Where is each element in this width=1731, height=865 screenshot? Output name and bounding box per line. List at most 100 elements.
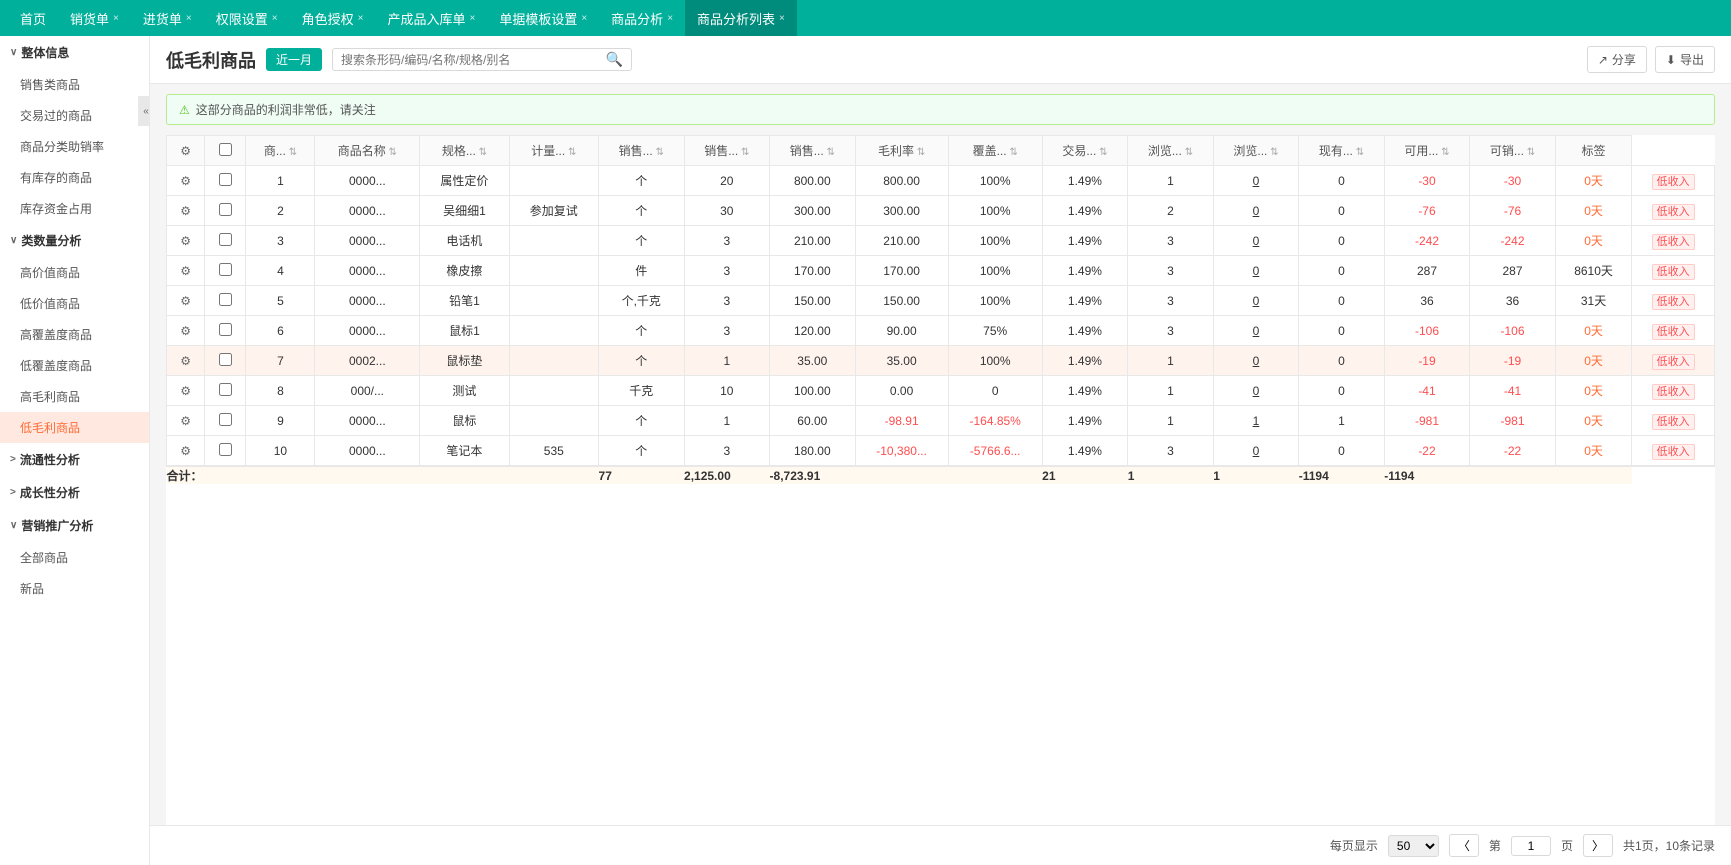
share-button[interactable]: ↗ 分享 (1587, 46, 1647, 73)
current-stock-col-header[interactable]: 现有... (1299, 136, 1385, 166)
sidebar-item-stocked-products[interactable]: 有库存的商品 (0, 162, 149, 193)
close-icon[interactable]: × (469, 13, 475, 24)
close-icon[interactable]: × (272, 13, 278, 24)
close-icon[interactable]: × (186, 13, 192, 24)
settings-cell[interactable]: ⚙ (167, 286, 205, 316)
sidebar-group-quantity-analysis[interactable]: ∨ 类数量分析 (0, 224, 149, 257)
time-filter-button[interactable]: 近一月 (266, 48, 322, 71)
transactions-col-header[interactable]: 交易... (1042, 136, 1128, 166)
row-checkbox[interactable] (205, 346, 246, 376)
sidebar-item-all-products[interactable]: 全部商品 (0, 542, 149, 573)
row-select-checkbox[interactable] (219, 413, 232, 426)
row-checkbox[interactable] (205, 286, 246, 316)
search-input[interactable] (341, 53, 606, 67)
saleable-col-header[interactable]: 可销... (1470, 136, 1556, 166)
row-views1[interactable]: 1 (1213, 406, 1299, 436)
row-checkbox[interactable] (205, 166, 246, 196)
checkbox-col-header[interactable] (205, 136, 246, 166)
unit-col-header[interactable]: 计量... (509, 136, 598, 166)
row-select-checkbox[interactable] (219, 383, 232, 396)
close-icon[interactable]: × (113, 13, 119, 24)
row-views1[interactable]: 0 (1213, 226, 1299, 256)
row-checkbox[interactable] (205, 376, 246, 406)
sidebar-group-liquidity[interactable]: > 流通性分析 (0, 443, 149, 476)
settings-cell[interactable]: ⚙ (167, 316, 205, 346)
select-all-checkbox[interactable] (219, 143, 232, 156)
settings-cell[interactable]: ⚙ (167, 346, 205, 376)
nav-product-analysis-list[interactable]: 商品分析列表 × (685, 0, 797, 36)
row-views1[interactable]: 0 (1213, 436, 1299, 467)
page-number-input[interactable] (1511, 836, 1551, 856)
sidebar-group-growth[interactable]: > 成长性分析 (0, 476, 149, 509)
nav-product-inbound[interactable]: 产成品入库单 × (375, 0, 487, 36)
row-checkbox[interactable] (205, 436, 246, 467)
settings-cell[interactable]: ⚙ (167, 256, 205, 286)
spec-col-header[interactable]: 规格... (420, 136, 509, 166)
settings-col-header[interactable]: ⚙ (167, 136, 205, 166)
settings-cell[interactable]: ⚙ (167, 436, 205, 467)
code-col-header[interactable]: 商... (246, 136, 315, 166)
sidebar-item-stock-capital[interactable]: 库存资金占用 (0, 193, 149, 224)
sidebar-item-sales-products[interactable]: 销售类商品 (0, 69, 149, 100)
sales-qty-col-header[interactable]: 销售... (599, 136, 685, 166)
search-icon[interactable]: 🔍 (606, 51, 623, 68)
sidebar-item-high-margin[interactable]: 高毛利商品 (0, 381, 149, 412)
sidebar-group-overall[interactable]: ∨ 整体信息 (0, 36, 149, 69)
sales-price-col-header[interactable]: 销售... (684, 136, 770, 166)
views1-col-header[interactable]: 浏览... (1128, 136, 1214, 166)
row-checkbox[interactable] (205, 256, 246, 286)
row-views1[interactable]: 0 (1213, 346, 1299, 376)
row-select-checkbox[interactable] (219, 353, 232, 366)
available-col-header[interactable]: 可用... (1384, 136, 1470, 166)
sidebar-collapse-button[interactable]: « (138, 96, 150, 126)
row-views1[interactable]: 0 (1213, 376, 1299, 406)
per-page-select[interactable]: 50 20 100 (1388, 835, 1439, 857)
settings-cell[interactable]: ⚙ (167, 196, 205, 226)
row-select-checkbox[interactable] (219, 173, 232, 186)
row-views1[interactable]: 0 (1213, 316, 1299, 346)
sidebar-item-low-margin[interactable]: 低毛利商品 (0, 412, 149, 443)
prev-page-button[interactable]: 〈 (1449, 834, 1479, 857)
row-checkbox[interactable] (205, 316, 246, 346)
nav-role-auth[interactable]: 角色授权 × (290, 0, 376, 36)
row-select-checkbox[interactable] (219, 233, 232, 246)
gross-margin-col-header[interactable]: 毛利率 (855, 136, 948, 166)
settings-cell[interactable]: ⚙ (167, 406, 205, 436)
close-icon[interactable]: × (667, 13, 673, 24)
row-views1[interactable]: 0 (1213, 196, 1299, 226)
row-select-checkbox[interactable] (219, 293, 232, 306)
settings-cell[interactable]: ⚙ (167, 226, 205, 256)
export-button[interactable]: ⬇ 导出 (1655, 46, 1715, 73)
close-icon[interactable]: × (779, 13, 785, 24)
row-checkbox[interactable] (205, 196, 246, 226)
row-views1[interactable]: 0 (1213, 166, 1299, 196)
row-views1[interactable]: 0 (1213, 286, 1299, 316)
sidebar-item-new-products[interactable]: 新品 (0, 573, 149, 604)
tag-col-header[interactable]: 标签 (1555, 136, 1632, 166)
nav-template-settings[interactable]: 单据模板设置 × (487, 0, 599, 36)
sidebar-item-low-coverage[interactable]: 低覆盖度商品 (0, 350, 149, 381)
row-select-checkbox[interactable] (219, 203, 232, 216)
next-page-button[interactable]: 〉 (1583, 834, 1613, 857)
close-icon[interactable]: × (358, 13, 364, 24)
settings-cell[interactable]: ⚙ (167, 166, 205, 196)
row-select-checkbox[interactable] (219, 443, 232, 456)
sidebar-item-high-value[interactable]: 高价值商品 (0, 257, 149, 288)
close-icon[interactable]: × (581, 13, 587, 24)
name-col-header[interactable]: 商品名称 (315, 136, 420, 166)
views2-col-header[interactable]: 浏览... (1213, 136, 1299, 166)
sales-amount-col-header[interactable]: 销售... (770, 136, 856, 166)
nav-home[interactable]: 首页 (8, 0, 58, 36)
row-checkbox[interactable] (205, 226, 246, 256)
row-views1[interactable]: 0 (1213, 256, 1299, 286)
row-select-checkbox[interactable] (219, 323, 232, 336)
nav-product-analysis[interactable]: 商品分析 × (599, 0, 685, 36)
nav-sales-order[interactable]: 销货单 × (58, 0, 131, 36)
sidebar-group-marketing[interactable]: ∨ 营销推广分析 (0, 509, 149, 542)
nav-purchase-order[interactable]: 进货单 × (131, 0, 204, 36)
sidebar-item-traded-products[interactable]: 交易过的商品 (0, 100, 149, 131)
nav-permissions[interactable]: 权限设置 × (204, 0, 290, 36)
settings-cell[interactable]: ⚙ (167, 376, 205, 406)
sidebar-item-high-coverage[interactable]: 高覆盖度商品 (0, 319, 149, 350)
coverage-col-header[interactable]: 覆盖... (948, 136, 1042, 166)
